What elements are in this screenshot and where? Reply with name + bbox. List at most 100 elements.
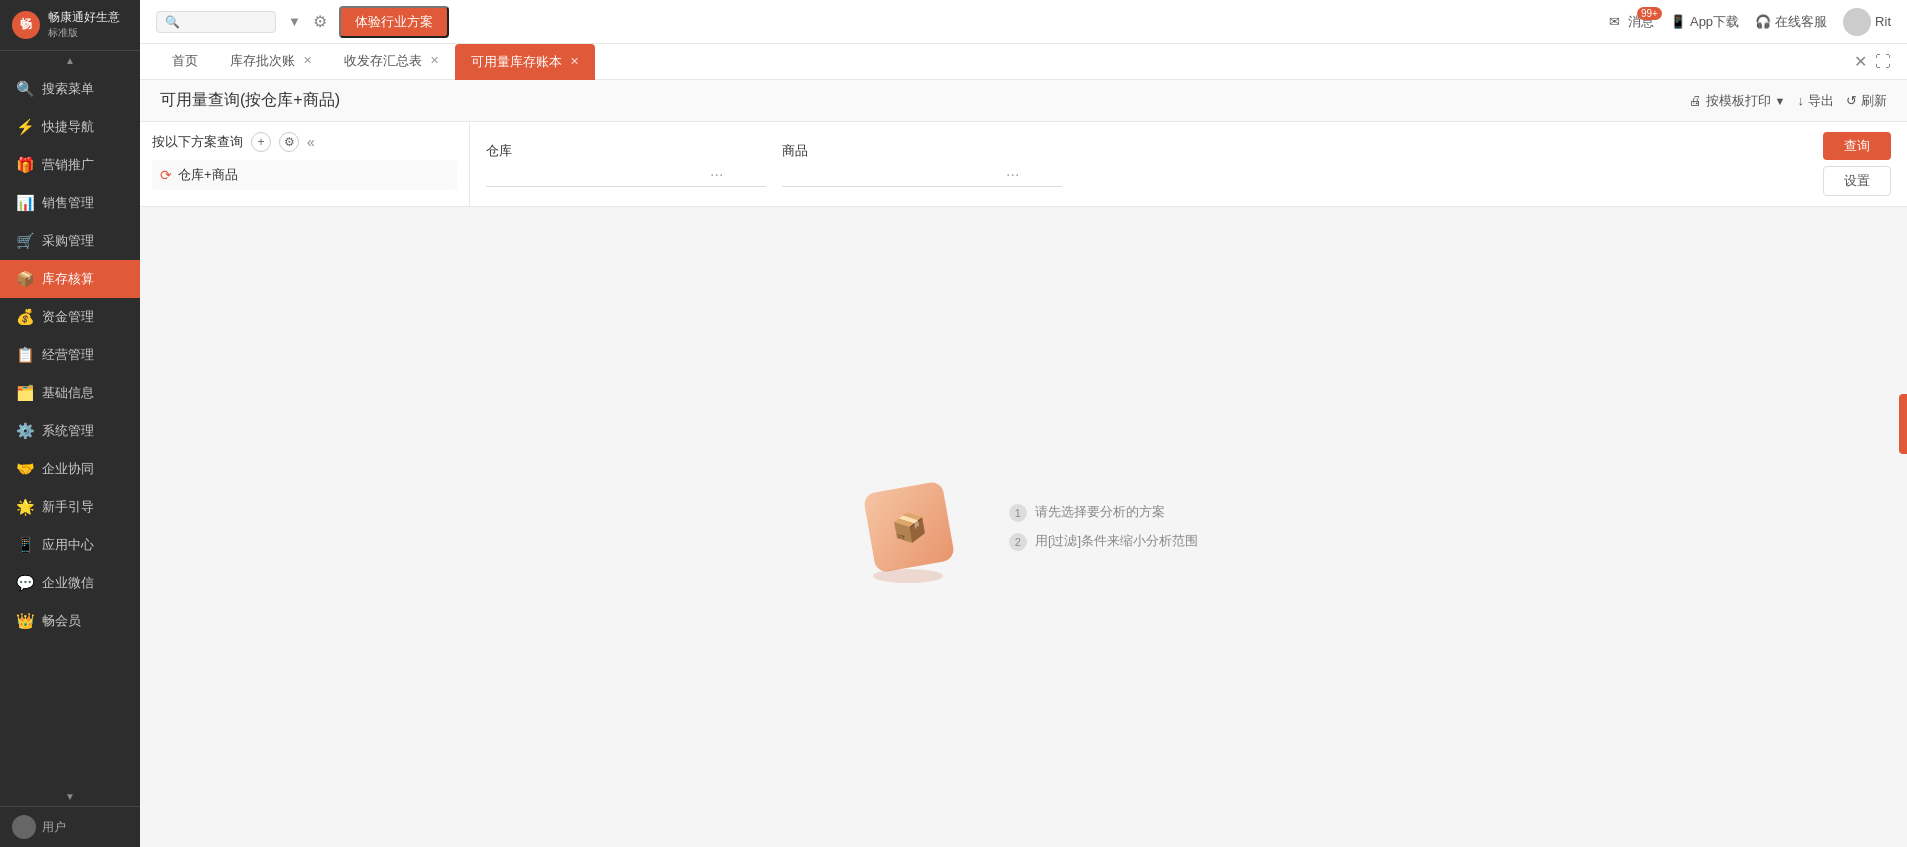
message-badge-container[interactable]: ✉ 99+ 消息 xyxy=(1609,13,1654,31)
warehouse-more-icon[interactable]: ··· xyxy=(710,166,723,184)
topbar-avatar xyxy=(1843,8,1871,36)
right-edge-bar[interactable] xyxy=(1899,394,1907,454)
tabs-maximize-icon[interactable]: ⛶ xyxy=(1875,53,1891,71)
query-right-panel: 仓库 ··· 商品 ··· 查询 设置 xyxy=(470,122,1907,206)
sidebar-item-purchase[interactable]: 🛒 采购管理 xyxy=(0,222,140,260)
topbar-dropdown-icon[interactable]: ▼ xyxy=(288,14,301,29)
online-service-btn[interactable]: 🎧 在线客服 xyxy=(1755,13,1827,31)
sidebar-item-inventory[interactable]: 📦 库存核算 xyxy=(0,260,140,298)
sidebar-item-marketing[interactable]: 🎁 营销推广 xyxy=(0,146,140,184)
tabs-actions: ✕ ⛶ xyxy=(1854,52,1891,71)
sidebar-item-basic[interactable]: 🗂️ 基础信息 xyxy=(0,374,140,412)
empty-tip-2: 2 用[过滤]条件来缩小分析范围 xyxy=(1009,532,1198,551)
sidebar-item-finance[interactable]: 💰 资金管理 xyxy=(0,298,140,336)
sidebar-item-system[interactable]: ⚙️ 系统管理 xyxy=(0,412,140,450)
query-area: 按以下方案查询 + ⚙ « ⟳ 仓库+商品 仓库 ··· xyxy=(140,122,1907,207)
scheme-label: 按以下方案查询 xyxy=(152,133,243,151)
message-icon: ✉ xyxy=(1609,14,1620,29)
query-left-panel: 按以下方案查询 + ⚙ « ⟳ 仓库+商品 xyxy=(140,122,470,206)
empty-tip-1: 1 请先选择要分析的方案 xyxy=(1009,503,1198,522)
shortcut-icon: ⚡ xyxy=(16,118,34,136)
scheme-item-icon: ⟳ xyxy=(160,167,172,183)
sidebar-subtitle: 标准版 xyxy=(48,26,120,40)
empty-tips: 1 请先选择要分析的方案 2 用[过滤]条件来缩小分析范围 xyxy=(1009,503,1198,551)
app-download-icon: 📱 xyxy=(1670,14,1686,29)
warehouse-label: 仓库 xyxy=(486,142,766,160)
main-area: 🔍 ▼ ⚙ 体验行业方案 ✉ 99+ 消息 📱 App下载 🎧 在线客服 Rit xyxy=(140,0,1907,847)
content-area: 可用量查询(按仓库+商品) 🖨 按模板打印 ▼ ↓ 导出 ↺ 刷新 xyxy=(140,80,1907,847)
query-scheme-settings-button[interactable]: ⚙ xyxy=(279,132,299,152)
tab-available[interactable]: 可用量库存账本 ✕ xyxy=(455,44,595,80)
sidebar-item-cooperation[interactable]: 🤝 企业协同 xyxy=(0,450,140,488)
print-dropdown-icon[interactable]: ▼ xyxy=(1775,95,1786,107)
empty-box: 📦 xyxy=(863,481,956,574)
sidebar-item-member[interactable]: 👑 畅会员 xyxy=(0,602,140,640)
goods-label: 商品 xyxy=(782,142,1062,160)
sidebar-logo: 畅 xyxy=(12,11,40,39)
sidebar: 畅 畅康通好生意 标准版 ▲ 🔍 搜索菜单 ⚡ 快捷导航 🎁 营销推广 📊 销售… xyxy=(0,0,140,847)
tab-batch-close[interactable]: ✕ xyxy=(303,54,312,67)
print-button[interactable]: 🖨 按模板打印 ▼ xyxy=(1689,92,1786,110)
sidebar-user-name: 用户 xyxy=(42,819,66,836)
tabs-close-icon[interactable]: ✕ xyxy=(1854,52,1867,71)
sidebar-header: 畅 畅康通好生意 标准版 xyxy=(0,0,140,51)
sidebar-item-sales[interactable]: 📊 销售管理 xyxy=(0,184,140,222)
query-add-button[interactable]: + xyxy=(251,132,271,152)
topbar: 🔍 ▼ ⚙ 体验行业方案 ✉ 99+ 消息 📱 App下载 🎧 在线客服 Rit xyxy=(140,0,1907,44)
member-icon: 👑 xyxy=(16,612,34,630)
settings-button[interactable]: 设置 xyxy=(1823,166,1891,196)
sidebar-item-guide[interactable]: 🌟 新手引导 xyxy=(0,488,140,526)
tab-batch[interactable]: 库存批次账 ✕ xyxy=(214,44,328,80)
goods-input-container: ··· xyxy=(782,164,1062,187)
wechat-icon: 💬 xyxy=(16,574,34,592)
page-actions: 🖨 按模板打印 ▼ ↓ 导出 ↺ 刷新 xyxy=(1689,92,1887,110)
app-download-btn[interactable]: 📱 App下载 xyxy=(1670,13,1739,31)
query-actions: 查询 设置 xyxy=(1823,132,1891,196)
search-input[interactable] xyxy=(184,15,264,29)
query-button[interactable]: 查询 xyxy=(1823,132,1891,160)
system-icon: ⚙️ xyxy=(16,422,34,440)
tabs-bar: 首页 库存批次账 ✕ 收发存汇总表 ✕ 可用量库存账本 ✕ ✕ ⛶ xyxy=(140,44,1907,80)
sidebar-scroll-down[interactable]: ▼ xyxy=(0,787,140,806)
sidebar-item-appstore[interactable]: 📱 应用中心 xyxy=(0,526,140,564)
cooperation-icon: 🤝 xyxy=(16,460,34,478)
tab-summary[interactable]: 收发存汇总表 ✕ xyxy=(328,44,455,80)
topbar-username: Rit xyxy=(1875,14,1891,29)
print-icon: 🖨 xyxy=(1689,93,1702,108)
sidebar-title: 畅康通好生意 xyxy=(48,10,120,26)
appstore-icon: 📱 xyxy=(16,536,34,554)
tab-summary-close[interactable]: ✕ xyxy=(430,54,439,67)
page-header: 可用量查询(按仓库+商品) 🖨 按模板打印 ▼ ↓ 导出 ↺ 刷新 xyxy=(140,80,1907,122)
message-count-badge: 99+ xyxy=(1637,7,1662,20)
tab-home[interactable]: 首页 xyxy=(156,44,214,80)
gear-icon[interactable]: ⚙ xyxy=(313,12,327,31)
topbar-search-box[interactable]: 🔍 xyxy=(156,11,276,33)
export-button[interactable]: ↓ 导出 xyxy=(1798,92,1835,110)
trial-button[interactable]: 体验行业方案 xyxy=(339,6,449,38)
tab-available-close[interactable]: ✕ xyxy=(570,55,579,68)
export-icon: ↓ xyxy=(1798,93,1805,108)
warehouse-field: 仓库 ··· xyxy=(486,142,766,187)
page-title: 可用量查询(按仓库+商品) xyxy=(160,90,340,111)
user-profile[interactable]: Rit xyxy=(1843,8,1891,36)
guide-icon: 🌟 xyxy=(16,498,34,516)
query-scheme-item[interactable]: ⟳ 仓库+商品 xyxy=(152,160,457,190)
refresh-button[interactable]: ↺ 刷新 xyxy=(1846,92,1887,110)
sidebar-footer[interactable]: 用户 xyxy=(0,806,140,847)
sales-icon: 📊 xyxy=(16,194,34,212)
warehouse-input-container: ··· xyxy=(486,164,766,187)
goods-more-icon[interactable]: ··· xyxy=(1006,166,1019,184)
goods-input[interactable] xyxy=(782,167,1002,182)
search-nav-icon: 🔍 xyxy=(16,80,34,98)
warehouse-input[interactable] xyxy=(486,167,706,182)
query-collapse-icon[interactable]: « xyxy=(307,134,315,150)
basic-icon: 🗂️ xyxy=(16,384,34,402)
finance-icon: 💰 xyxy=(16,308,34,326)
sidebar-item-shortcut[interactable]: ⚡ 快捷导航 xyxy=(0,108,140,146)
empty-illustration: 📦 xyxy=(849,467,969,587)
sidebar-item-operation[interactable]: 📋 经营管理 xyxy=(0,336,140,374)
sidebar-item-wechat[interactable]: 💬 企业微信 xyxy=(0,564,140,602)
sidebar-item-search[interactable]: 🔍 搜索菜单 xyxy=(0,70,140,108)
sidebar-nav: 🔍 搜索菜单 ⚡ 快捷导航 🎁 营销推广 📊 销售管理 🛒 采购管理 📦 库存核… xyxy=(0,70,140,787)
sidebar-scroll-up[interactable]: ▲ xyxy=(0,51,140,70)
